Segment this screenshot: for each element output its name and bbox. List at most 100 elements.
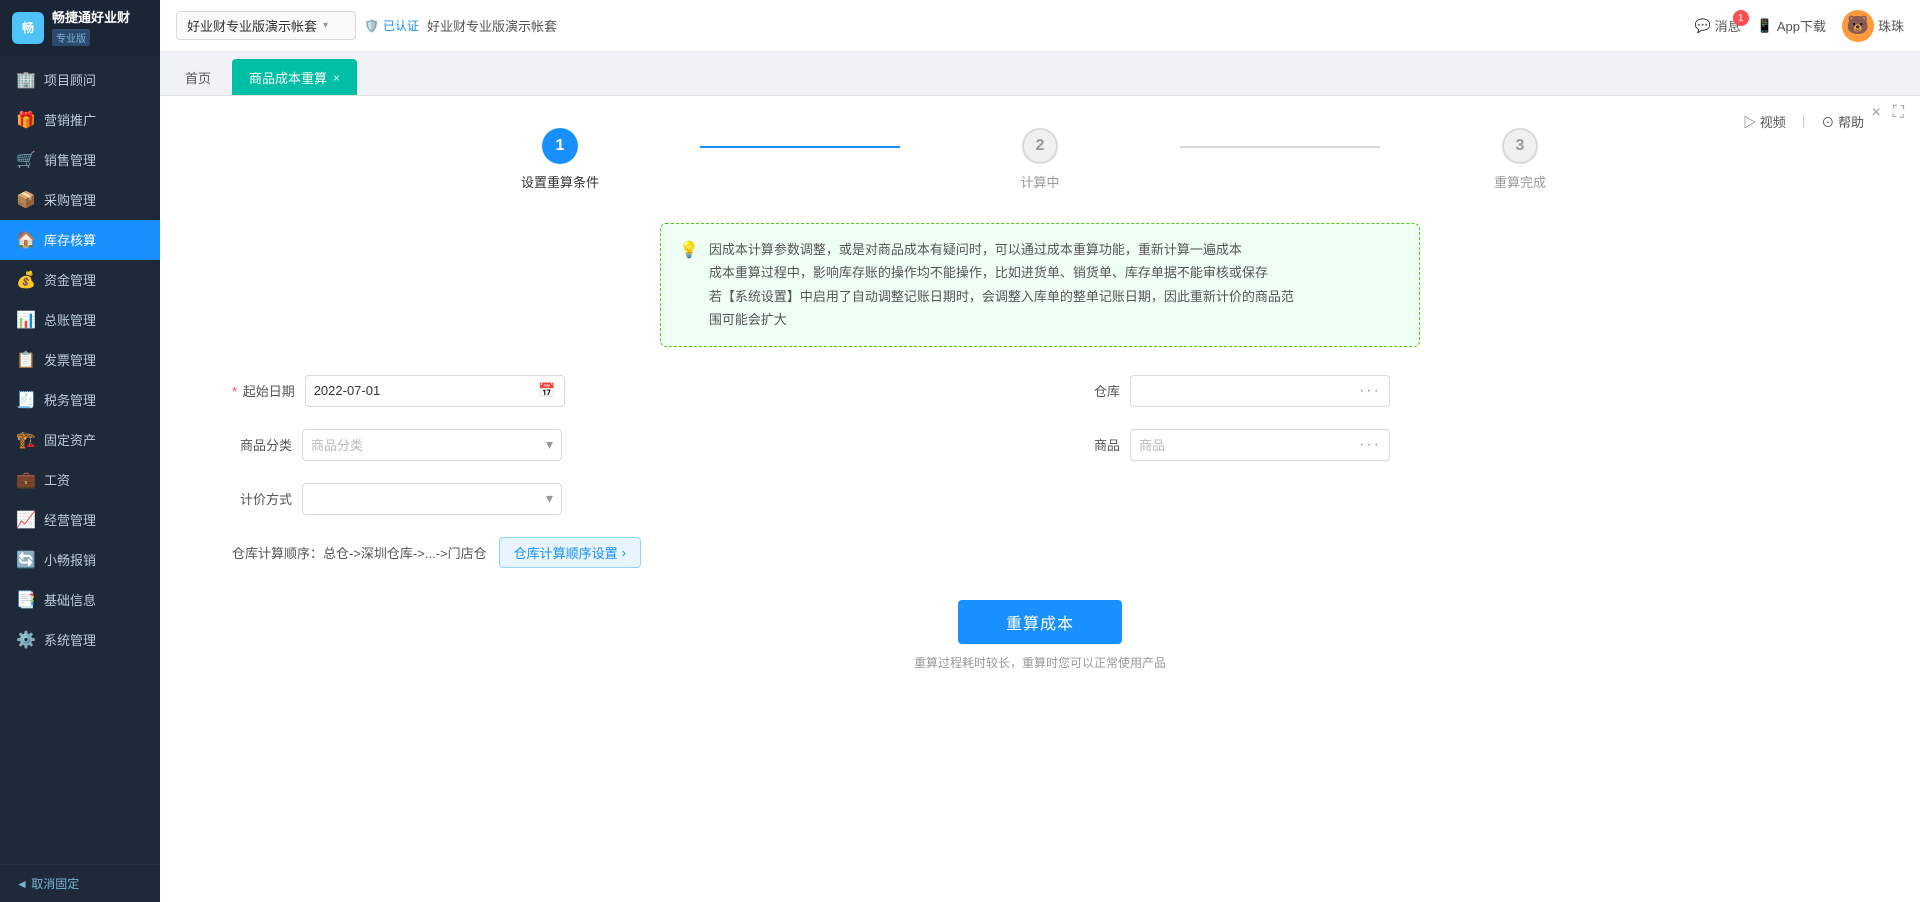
account-name: 好业财专业版演示帐套 [187, 16, 317, 35]
form-section: * 起始日期 2022-07-01 📅 仓库 ··· [192, 375, 1888, 568]
step-line-1-2 [700, 146, 900, 148]
step-3-circle: 3 [1502, 128, 1538, 164]
sidebar-item-label: 税务管理 [44, 390, 96, 409]
sidebar-item-system[interactable]: ⚙️ 系统管理 [0, 620, 160, 660]
category-label: 商品分类 [232, 435, 292, 454]
step-1: 1 设置重算条件 [420, 128, 700, 191]
invoice-icon: 📋 [16, 350, 36, 370]
sidebar-item-label: 发票管理 [44, 350, 96, 369]
info-text: 因成本计算参数调整，或是对商品成本有疑问时，可以通过成本重算功能，重新计算一遍成… [709, 238, 1294, 332]
topbar: 好业财专业版演示帐套 ▾ 🛡️ 已认证 好业财专业版演示帐套 💬 消息 1 📱 … [160, 0, 1920, 52]
step-2: 2 计算中 [900, 128, 1180, 191]
sidebar-item-operations[interactable]: 📈 经营管理 [0, 500, 160, 540]
calc-order-row: 仓库计算顺序：总仓->深圳仓库->...->门店仓 仓库计算顺序设置 › [232, 537, 1848, 568]
account-selector[interactable]: 好业财专业版演示帐套 ▾ [176, 11, 356, 40]
sidebar-item-accounting[interactable]: 📊 总账管理 [0, 300, 160, 340]
tab-close-icon[interactable]: × [333, 71, 340, 85]
purchase-icon: 📦 [16, 190, 36, 210]
basic-icon: 📑 [16, 590, 36, 610]
sidebar-item-label: 项目顾问 [44, 70, 96, 89]
sidebar-item-marketing[interactable]: 🎁 营销推广 [0, 100, 160, 140]
sidebar-item-expense[interactable]: 🔄 小畅报销 [0, 540, 160, 580]
goods-placeholder: 商品 [1139, 435, 1353, 454]
recalc-hint: 重算过程耗时较长，重算时您可以正常使用产品 [914, 654, 1166, 671]
pricing-label: 计价方式 [232, 489, 292, 508]
category-input[interactable]: 商品分类 ▾ [302, 429, 562, 461]
warehouse-dots-icon: ··· [1359, 382, 1381, 400]
assets-icon: 🏗️ [16, 430, 36, 450]
sidebar-item-label: 经营管理 [44, 510, 96, 529]
project-icon: 🏢 [16, 70, 36, 90]
tabs-bar: 首页 商品成本重算 × [160, 52, 1920, 96]
finance-icon: 💰 [16, 270, 36, 290]
category-field: 商品分类 商品分类 ▾ [232, 429, 1020, 461]
goods-input[interactable]: 商品 ··· [1130, 429, 1390, 461]
goods-field: 商品 商品 ··· [1060, 429, 1848, 461]
app-download-label: App下载 [1777, 16, 1826, 35]
user-name: 珠珠 [1878, 16, 1904, 35]
sidebar-item-assets[interactable]: 🏗️ 固定资产 [0, 420, 160, 460]
sidebar-item-label: 基础信息 [44, 590, 96, 609]
app-download-button[interactable]: 📱 App下载 [1757, 16, 1826, 35]
step-3: 3 重算完成 [1380, 128, 1660, 191]
shield-icon: 🛡️ [364, 19, 379, 33]
recalc-button[interactable]: 重算成本 [958, 600, 1122, 644]
sidebar: 畅 畅捷通好业财 专业版 🏢 项目顾问 🎁 营销推广 🛒 销售管理 📦 采购管理… [0, 0, 160, 902]
sidebar-item-basic[interactable]: 📑 基础信息 [0, 580, 160, 620]
warehouse-field: 仓库 ··· [1060, 375, 1848, 407]
verified-company: 好业财专业版演示帐套 [427, 16, 557, 35]
tab-home-label: 首页 [185, 68, 211, 87]
sidebar-item-label: 资金管理 [44, 270, 96, 289]
user-avatar-area[interactable]: 🐻 珠珠 [1842, 10, 1904, 42]
pricing-input[interactable]: ▾ [302, 483, 562, 515]
sidebar-item-label: 采购管理 [44, 190, 96, 209]
start-date-value: 2022-07-01 [314, 383, 533, 398]
app-name: 畅捷通好业财 [52, 10, 130, 27]
step-1-circle: 1 [542, 128, 578, 164]
avatar: 🐻 [1842, 10, 1874, 42]
sidebar-item-label: 库存核算 [44, 230, 96, 249]
tab-recalc-label: 商品成本重算 [249, 68, 327, 87]
calc-order-label: 仓库计算顺序：总仓->深圳仓库->...->门店仓 [232, 543, 487, 562]
app-logo: 畅 [12, 12, 44, 44]
info-box: 💡 因成本计算参数调整，或是对商品成本有疑问时，可以通过成本重算功能，重新计算一… [660, 223, 1420, 347]
start-date-field: * 起始日期 2022-07-01 📅 [232, 375, 1020, 407]
sidebar-item-label: 固定资产 [44, 430, 96, 449]
sidebar-item-sales[interactable]: 🛒 销售管理 [0, 140, 160, 180]
expand-button[interactable]: ⛶ [1893, 104, 1904, 122]
chevron-right-icon: › [622, 545, 626, 560]
sidebar-item-inventory[interactable]: 🏠 库存核算 [0, 220, 160, 260]
form-row-1: * 起始日期 2022-07-01 📅 仓库 ··· [232, 375, 1848, 407]
tab-recalc[interactable]: 商品成本重算 × [232, 59, 357, 95]
sidebar-item-purchase[interactable]: 📦 采购管理 [0, 180, 160, 220]
sidebar-item-project[interactable]: 🏢 项目顾问 [0, 60, 160, 100]
pricing-field: 计价方式 ▾ [232, 483, 1020, 515]
step-1-label: 设置重算条件 [521, 172, 599, 191]
tab-home[interactable]: 首页 [168, 59, 228, 95]
mobile-icon: 📱 [1757, 18, 1773, 34]
start-date-input[interactable]: 2022-07-01 📅 [305, 375, 565, 407]
sidebar-item-tax[interactable]: 🧾 税务管理 [0, 380, 160, 420]
sidebar-pin-toggle[interactable]: ◄ 取消固定 [0, 864, 160, 902]
messages-badge: 1 [1733, 10, 1749, 26]
sidebar-item-finance[interactable]: 💰 资金管理 [0, 260, 160, 300]
verified-label: 已认证 [383, 17, 419, 34]
app-title-block: 畅捷通好业财 专业版 [52, 10, 130, 46]
verified-badge: 🛡️ 已认证 [364, 17, 419, 34]
calc-order-settings-button[interactable]: 仓库计算顺序设置 › [499, 537, 641, 568]
app-edition: 专业版 [52, 29, 90, 46]
messages-button[interactable]: 💬 消息 1 [1694, 16, 1740, 35]
system-icon: ⚙️ [16, 630, 36, 650]
marketing-icon: 🎁 [16, 110, 36, 130]
step-2-circle: 2 [1022, 128, 1058, 164]
sidebar-nav: 🏢 项目顾问 🎁 营销推广 🛒 销售管理 📦 采购管理 🏠 库存核算 💰 资金管… [0, 56, 160, 864]
chevron-down-icon: ▾ [323, 20, 328, 31]
recalc-btn-container: 重算成本 重算过程耗时较长，重算时您可以正常使用产品 [192, 600, 1888, 671]
sidebar-item-invoice[interactable]: 📋 发票管理 [0, 340, 160, 380]
sidebar-item-label: 销售管理 [44, 150, 96, 169]
warehouse-input[interactable]: ··· [1130, 375, 1390, 407]
topbar-actions: 💬 消息 1 📱 App下载 🐻 珠珠 [1694, 10, 1904, 42]
sidebar-item-payroll[interactable]: 💼 工资 [0, 460, 160, 500]
sidebar-item-label: 系统管理 [44, 630, 96, 649]
calendar-icon: 📅 [538, 382, 555, 399]
